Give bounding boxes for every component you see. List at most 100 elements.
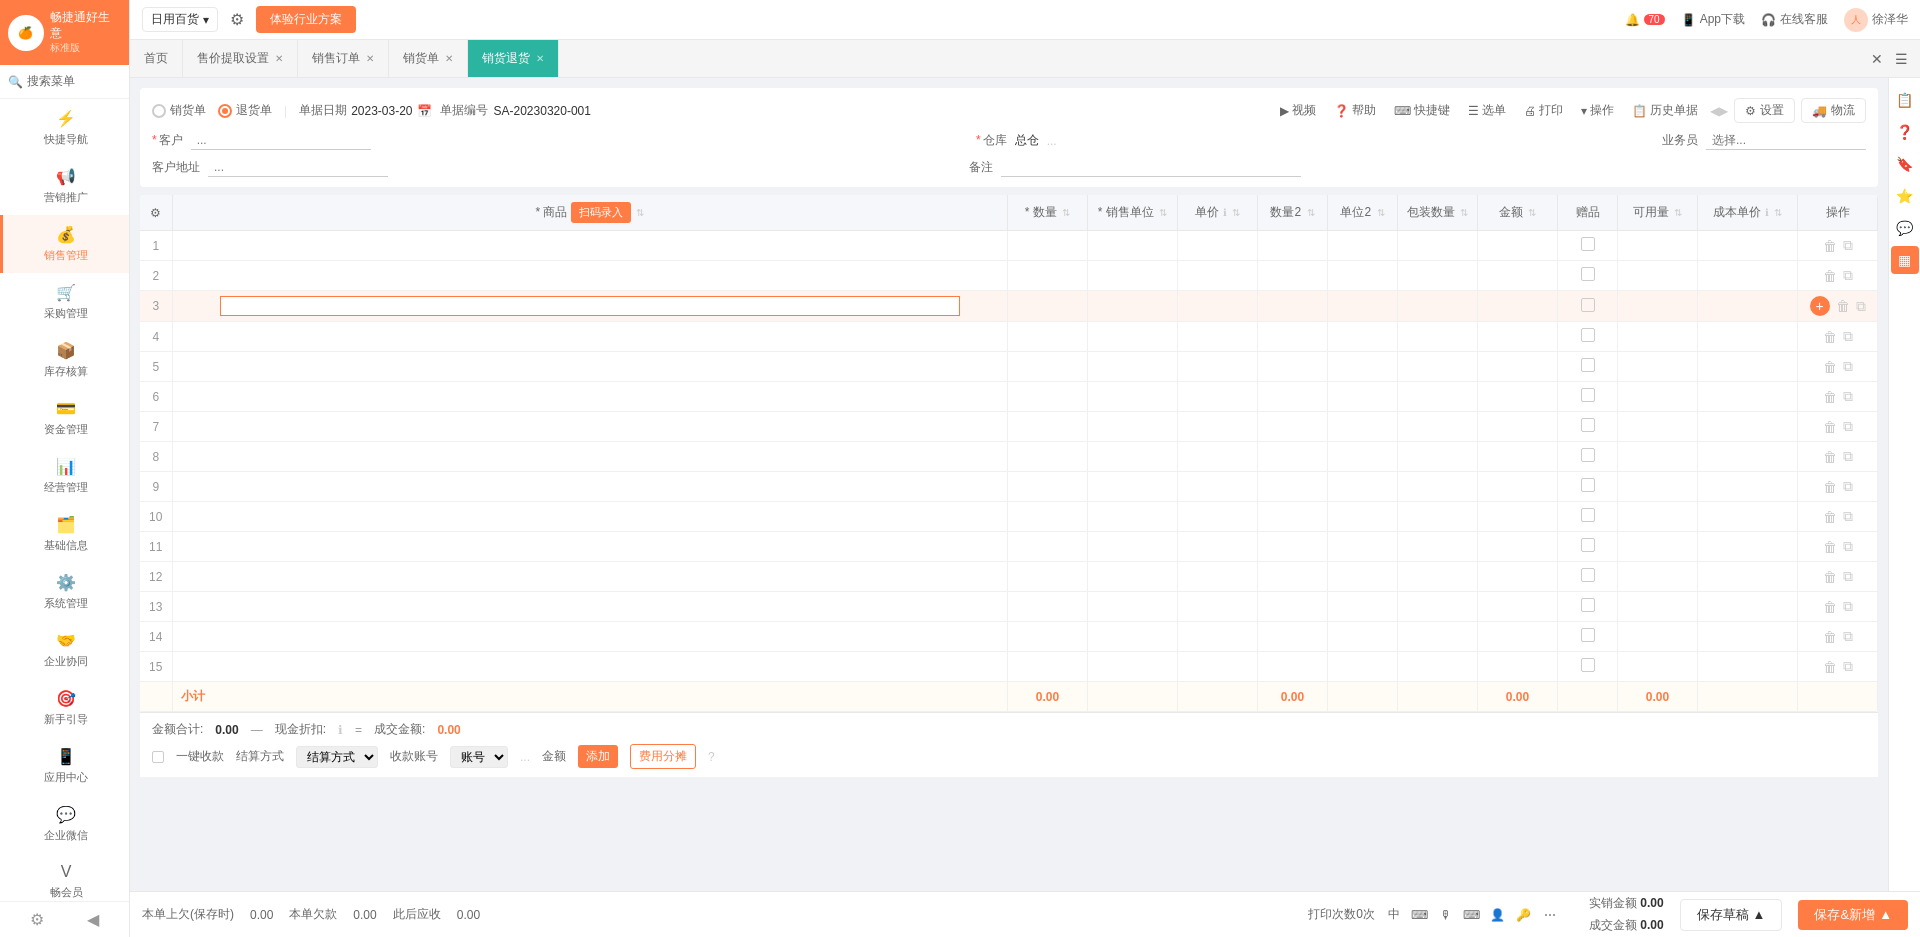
- row-avail-11[interactable]: [1618, 532, 1698, 562]
- shortcut-btn[interactable]: ⌨ 快捷键: [1388, 99, 1456, 122]
- row-amount-9[interactable]: [1478, 472, 1558, 502]
- row-pack-3[interactable]: [1398, 291, 1478, 322]
- row-price-13[interactable]: [1178, 592, 1258, 622]
- row-qty2-10[interactable]: [1258, 502, 1328, 532]
- row-gift-2[interactable]: [1558, 261, 1618, 291]
- row-qty-11[interactable]: [1008, 532, 1088, 562]
- delete-row-icon-4[interactable]: 🗑: [1823, 329, 1837, 345]
- row-gift-12[interactable]: [1558, 562, 1618, 592]
- row-qty2-1[interactable]: [1258, 231, 1328, 261]
- row-unit2-6[interactable]: [1328, 382, 1398, 412]
- row-price-10[interactable]: [1178, 502, 1258, 532]
- sidebar-item-vip[interactable]: V 畅会员: [0, 853, 129, 901]
- warehouse-more[interactable]: ...: [1047, 134, 1057, 148]
- row-price-7[interactable]: [1178, 412, 1258, 442]
- row-unit2-15[interactable]: [1328, 652, 1398, 682]
- row-price-6[interactable]: [1178, 382, 1258, 412]
- row-amount-5[interactable]: [1478, 352, 1558, 382]
- row-unit-14[interactable]: [1088, 622, 1178, 652]
- row-qty2-3[interactable]: [1258, 291, 1328, 322]
- row-product-5[interactable]: [172, 352, 1008, 382]
- copy-row-icon-9[interactable]: ⧉: [1843, 478, 1853, 495]
- copy-row-icon-15[interactable]: ⧉: [1843, 658, 1853, 675]
- row-qty-13[interactable]: [1008, 592, 1088, 622]
- sort-qty-icon[interactable]: ⇅: [1062, 207, 1070, 218]
- row-unit-2[interactable]: [1088, 261, 1178, 291]
- tab-home[interactable]: 首页: [130, 40, 183, 77]
- row-amount-15[interactable]: [1478, 652, 1558, 682]
- copy-row-icon-12[interactable]: ⧉: [1843, 568, 1853, 585]
- right-panel-chat-icon[interactable]: 💬: [1891, 214, 1919, 242]
- row-price-2[interactable]: [1178, 261, 1258, 291]
- sidebar-item-apps[interactable]: 📱 应用中心: [0, 737, 129, 795]
- row-cost-4[interactable]: [1698, 322, 1798, 352]
- sort-price-icon[interactable]: ⇅: [1232, 207, 1240, 218]
- bt-icon-4[interactable]: ⌨: [1461, 904, 1483, 926]
- row-pack-5[interactable]: [1398, 352, 1478, 382]
- row-qty-12[interactable]: [1008, 562, 1088, 592]
- remark-input[interactable]: [1001, 158, 1301, 177]
- sidebar-settings-icon[interactable]: ⚙: [30, 910, 44, 929]
- calendar-icon[interactable]: 📅: [417, 104, 432, 118]
- gift-checkbox-4[interactable]: [1581, 328, 1595, 342]
- row-unit2-8[interactable]: [1328, 442, 1398, 472]
- th-settings[interactable]: ⚙: [140, 195, 172, 231]
- row-cost-6[interactable]: [1698, 382, 1798, 412]
- row-unit2-1[interactable]: [1328, 231, 1398, 261]
- row-pack-4[interactable]: [1398, 322, 1478, 352]
- row-cost-1[interactable]: [1698, 231, 1798, 261]
- row-pack-6[interactable]: [1398, 382, 1478, 412]
- row-qty-4[interactable]: [1008, 322, 1088, 352]
- row-amount-12[interactable]: [1478, 562, 1558, 592]
- row-qty2-5[interactable]: [1258, 352, 1328, 382]
- sidebar-item-inventory[interactable]: 📦 库存核算: [0, 331, 129, 389]
- settings-action-btn[interactable]: ⚙ 设置: [1734, 98, 1795, 123]
- row-unit2-2[interactable]: [1328, 261, 1398, 291]
- right-panel-tag-icon[interactable]: 🔖: [1891, 150, 1919, 178]
- add-row-btn-3[interactable]: +: [1810, 296, 1830, 316]
- tab-menu-icon[interactable]: ☰: [1891, 49, 1912, 69]
- row-price-4[interactable]: [1178, 322, 1258, 352]
- copy-row-icon-8[interactable]: ⧉: [1843, 448, 1853, 465]
- add-payment-button[interactable]: 添加: [578, 745, 618, 768]
- row-qty2-12[interactable]: [1258, 562, 1328, 592]
- row-cost-7[interactable]: [1698, 412, 1798, 442]
- delete-row-icon-8[interactable]: 🗑: [1823, 449, 1837, 465]
- row-avail-3[interactable]: [1618, 291, 1698, 322]
- row-qty2-4[interactable]: [1258, 322, 1328, 352]
- select-btn[interactable]: ☰ 选单: [1462, 99, 1512, 122]
- gift-checkbox-8[interactable]: [1581, 448, 1595, 462]
- row-qty-8[interactable]: [1008, 442, 1088, 472]
- sort-product-icon[interactable]: ⇅: [636, 207, 644, 218]
- row-price-14[interactable]: [1178, 622, 1258, 652]
- tab-sale-goods[interactable]: 销货单 ✕: [389, 40, 468, 77]
- row-avail-13[interactable]: [1618, 592, 1698, 622]
- row-qty-10[interactable]: [1008, 502, 1088, 532]
- radio-sale-goods[interactable]: 销货单: [152, 102, 206, 119]
- row-cost-13[interactable]: [1698, 592, 1798, 622]
- row-pack-13[interactable]: [1398, 592, 1478, 622]
- row-amount-4[interactable]: [1478, 322, 1558, 352]
- row-avail-12[interactable]: [1618, 562, 1698, 592]
- row-pack-8[interactable]: [1398, 442, 1478, 472]
- print-btn[interactable]: 🖨 打印: [1518, 99, 1569, 122]
- copy-row-icon-7[interactable]: ⧉: [1843, 418, 1853, 435]
- row-unit2-4[interactable]: [1328, 322, 1398, 352]
- row-avail-7[interactable]: [1618, 412, 1698, 442]
- save-new-button[interactable]: 保存&新增 ▲: [1798, 900, 1908, 930]
- tab-sale-price-close[interactable]: ✕: [275, 53, 283, 64]
- row-unit2-10[interactable]: [1328, 502, 1398, 532]
- row-cost-15[interactable]: [1698, 652, 1798, 682]
- row-pack-11[interactable]: [1398, 532, 1478, 562]
- account-select[interactable]: 账号: [450, 746, 508, 768]
- delete-row-icon-5[interactable]: 🗑: [1823, 359, 1837, 375]
- copy-row-icon-3[interactable]: ⧉: [1856, 298, 1866, 315]
- row-qty2-8[interactable]: [1258, 442, 1328, 472]
- gift-checkbox-9[interactable]: [1581, 478, 1595, 492]
- delete-row-icon-14[interactable]: 🗑: [1823, 629, 1837, 645]
- sidebar-item-marketing[interactable]: 📢 营销推广: [0, 157, 129, 215]
- delete-row-icon-6[interactable]: 🗑: [1823, 389, 1837, 405]
- row-unit-5[interactable]: [1088, 352, 1178, 382]
- row-unit-13[interactable]: [1088, 592, 1178, 622]
- row-avail-6[interactable]: [1618, 382, 1698, 412]
